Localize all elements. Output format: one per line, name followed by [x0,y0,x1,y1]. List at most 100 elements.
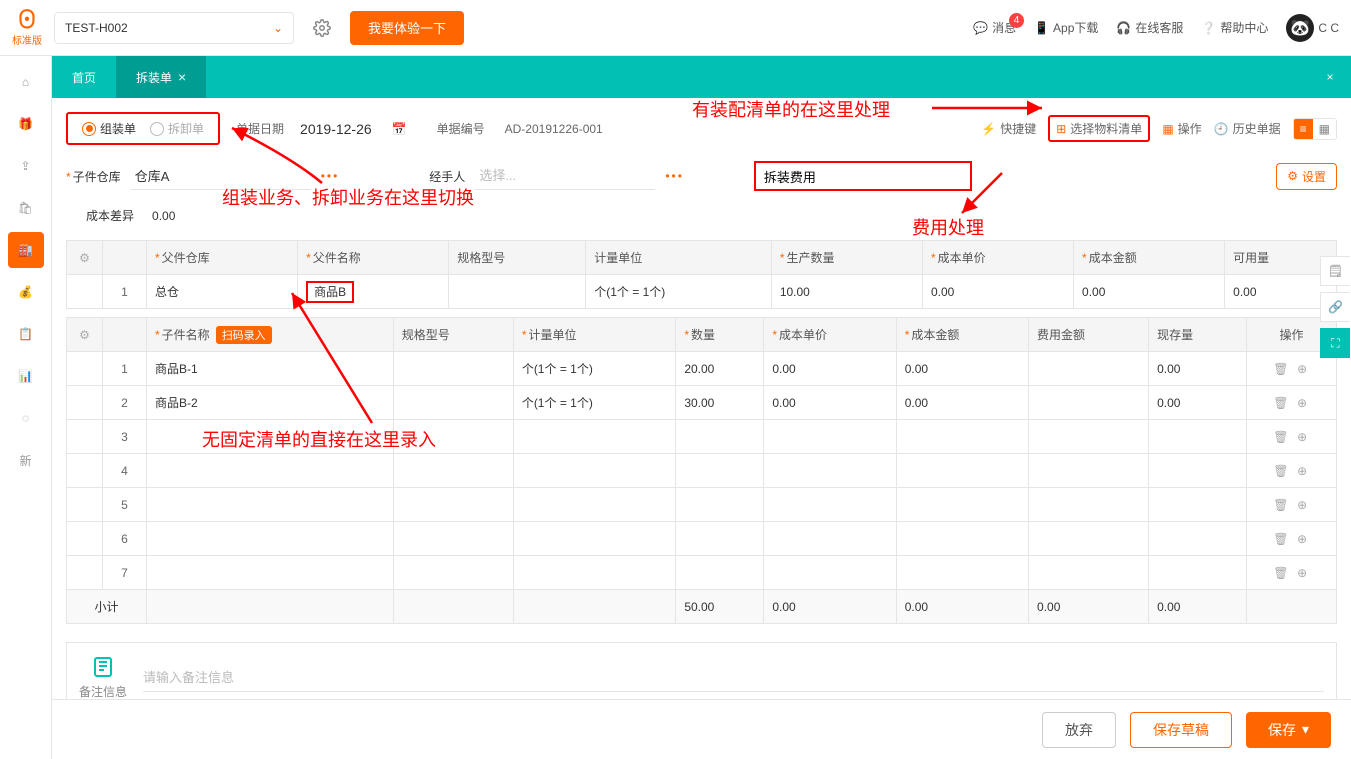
delete-icon[interactable]: 🗑 [1272,362,1290,376]
col-stock: 现存量 [1149,318,1247,352]
grid-icon: ▦ [1162,122,1173,136]
edition-label: 标准版 [12,32,42,47]
nav-new-icon[interactable]: 新 [8,442,44,478]
copy-icon[interactable]: ⊕ [1293,566,1311,580]
shortcut-button[interactable]: ⚡快捷键 [981,120,1036,137]
delete-icon[interactable]: 🗑 [1272,532,1290,546]
child-row[interactable]: 5 🗑 ⊕ [67,488,1337,522]
gear-icon: ⚙ [1287,169,1298,183]
date-value[interactable]: 2019-12-26 [300,121,372,137]
operate-button[interactable]: ▦操作 [1162,120,1201,137]
rail-expand-icon[interactable]: ⛶ [1320,328,1350,358]
save-button[interactable]: 保存▾ [1246,712,1331,748]
help-center-button[interactable]: ❔ 帮助中心 [1201,19,1268,36]
col-child-name: *子件名称扫码录入 [147,318,394,352]
user-menu[interactable]: 🐼 C C [1286,14,1339,42]
handler-input[interactable] [475,162,655,190]
delete-icon[interactable]: 🗑 [1272,396,1290,410]
col-spec: 规格型号 [449,241,586,275]
nav-refresh-icon[interactable]: ◌ [8,400,44,436]
top-header: 标准版 TEST-H002 ⌄ 我要体验一下 💬 消息 4 📱 App下载 🎧 … [0,0,1351,56]
nav-money-icon[interactable]: 💰 [8,274,44,310]
parent-name-cell: 商品B [306,281,354,303]
nav-home-icon[interactable]: ⌂ [8,64,44,100]
col-fee: 费用金额 [1029,318,1149,352]
doc-no-label: 单据编号 [437,120,485,137]
app-download-button[interactable]: 📱 App下载 [1034,19,1098,36]
rail-note-icon[interactable]: 🗒 [1320,256,1350,286]
gear-icon[interactable]: ⚙ [67,318,103,352]
nav-return-icon[interactable]: ⇪ [8,148,44,184]
more-icon[interactable]: ••• [665,169,684,183]
copy-icon[interactable]: ⊕ [1293,362,1311,376]
trial-button[interactable]: 我要体验一下 [350,11,464,45]
fee-input[interactable] [754,161,972,191]
col-amount: 成本金额 [1074,241,1225,275]
scan-tag[interactable]: 扫码录入 [216,326,272,344]
col-parent-name: 父件名称 [298,241,449,275]
rail-link-icon[interactable]: 🔗 [1320,292,1350,322]
child-wh-input[interactable] [131,162,311,190]
delete-icon[interactable]: 🗑 [1272,566,1290,580]
col-unit: 计量单位 [586,241,772,275]
child-row[interactable]: 6 🗑 ⊕ [67,522,1337,556]
side-nav: ⌂ 🎁 ⇪ 🛍 🏭 💰 📋 📊 ◌ 新 [0,56,52,759]
tab-assembly[interactable]: 拆装单 × [116,56,206,98]
calendar-icon[interactable]: 📅 [392,122,407,136]
history-icon: 🕘 [1214,122,1229,136]
nav-gift-icon[interactable]: 🎁 [8,106,44,142]
close-icon[interactable]: × [178,69,186,85]
col-spec: 规格型号 [393,318,513,352]
remark-input[interactable] [143,664,1324,692]
handler-label: 经手人 [429,168,465,185]
col-qty: 数量 [676,318,764,352]
phone-icon: 📱 [1034,21,1049,35]
parent-row[interactable]: 1 总仓 商品B 个(1个 = 1个) 10.00 0.00 0.00 0.00 [67,275,1337,309]
nav-warehouse-icon[interactable]: 🏭 [8,232,44,268]
radio-disassembly[interactable]: 拆卸单 [150,120,204,137]
tab-home[interactable]: 首页 [52,56,116,98]
delete-icon[interactable]: 🗑 [1272,430,1290,444]
gear-icon[interactable] [306,12,338,44]
company-selector[interactable]: TEST-H002 ⌄ [54,12,294,44]
col-unit: 计量单位 [513,318,676,352]
delete-icon[interactable]: 🗑 [1272,498,1290,512]
child-row[interactable]: 2 商品B-2 个(1个 = 1个) 30.00 0.00 0.00 0.00 … [67,386,1337,420]
messages-button[interactable]: 💬 消息 4 [973,19,1016,36]
radio-dot-icon [150,122,164,136]
child-row[interactable]: 7 🗑 ⊕ [67,556,1337,590]
customer-service-button[interactable]: 🎧 在线客服 [1116,19,1183,36]
history-button[interactable]: 🕘历史单据 [1214,120,1281,137]
gear-icon[interactable]: ⚙ [67,241,103,275]
subtotal-row: 小计 50.00 0.00 0.00 0.00 0.00 [67,590,1337,624]
radio-assembly[interactable]: 组装单 [82,120,136,137]
remark-box: 备注信息 [66,642,1337,699]
copy-icon[interactable]: ⊕ [1293,498,1311,512]
child-table: ⚙ *子件名称扫码录入 规格型号 计量单位 数量 成本单价 成本金额 费用金额 … [66,317,1337,624]
child-row[interactable]: 4 🗑 ⊕ [67,454,1337,488]
discard-button[interactable]: 放弃 [1042,712,1116,748]
nav-report-icon[interactable]: 📊 [8,358,44,394]
child-row[interactable]: 3 🗑 ⊕ [67,420,1337,454]
headset-icon: 🎧 [1116,21,1131,35]
child-row[interactable]: 1 商品B-1 个(1个 = 1个) 20.00 0.00 0.00 0.00 … [67,352,1337,386]
more-icon[interactable]: ••• [321,169,340,183]
tab-bar: 首页 拆装单 × × [52,56,1351,98]
copy-icon[interactable]: ⊕ [1293,464,1311,478]
col-parent-wh: 父件仓库 [147,241,298,275]
copy-icon[interactable]: ⊕ [1293,396,1311,410]
nav-clipboard-icon[interactable]: 📋 [8,316,44,352]
right-rail: 🗒 🔗 ⛶ [1319,56,1351,358]
copy-icon[interactable]: ⊕ [1293,430,1311,444]
avatar: 🐼 [1286,14,1314,42]
delete-icon[interactable]: 🗑 [1272,464,1290,478]
bill-type-switch: 组装单 拆卸单 [66,112,220,145]
nav-bag-icon[interactable]: 🛍 [8,190,44,226]
material-list-button[interactable]: ⊞选择物料清单 [1048,115,1150,142]
save-draft-button[interactable]: 保存草稿 [1130,712,1232,748]
message-badge: 4 [1009,13,1024,28]
message-icon: 💬 [973,21,988,35]
doc-no-value: AD-20191226-001 [505,122,603,136]
view-list-icon[interactable]: ≡ [1294,119,1313,139]
copy-icon[interactable]: ⊕ [1293,532,1311,546]
